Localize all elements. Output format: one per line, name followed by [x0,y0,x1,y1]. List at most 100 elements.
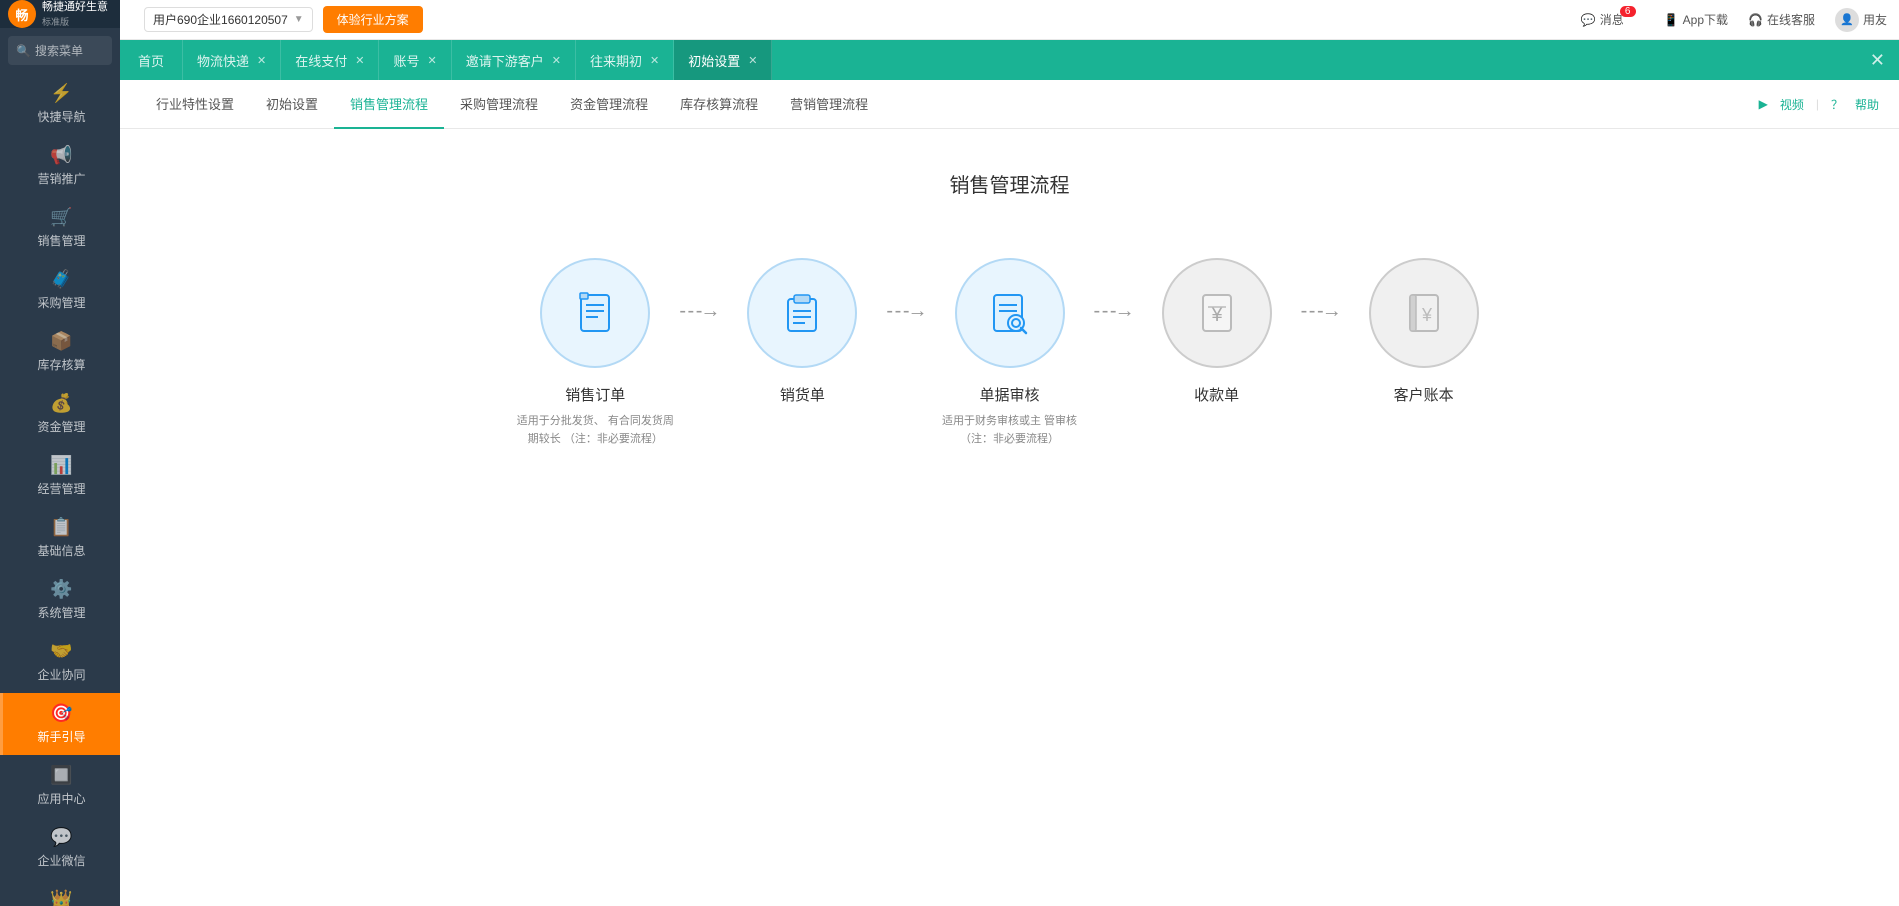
flow-arrow-1: - - -→ [886,258,925,323]
sidebar-item-7[interactable]: 📊 经营管理 [0,445,120,507]
close-all-tabs-button[interactable]: ✕ [1856,40,1899,80]
app-download-label: App下载 [1683,11,1728,28]
flow-arrow-2: - - -→ [1094,258,1133,323]
nav-tab-close-6[interactable]: ✕ [748,54,757,67]
message-item[interactable]: 💬 消息 6 [1581,11,1644,28]
help-icon: ？ [1831,96,1843,113]
sidebar-label-4: 采购管理 [37,294,85,311]
flow-step-3: ¥ 收款单 [1137,258,1297,413]
dropdown-arrow-icon: ▼ [294,14,304,25]
nav-tab-6[interactable]: 初始设置✕ [674,40,772,80]
user-label: 用户690企业1660120507 [153,11,288,28]
nav-tab-close-2[interactable]: ✕ [355,54,364,67]
flow-step-name-2: 单据审核 [979,384,1039,405]
sidebar-icon-11: 🎯 [50,703,72,724]
flow-step-name-0: 销售订单 [565,384,625,405]
flow-step-0: 销售订单适用于分批发货、 有合同发货周期较长 （注：非必要流程） [515,258,675,448]
sidebar-item-2[interactable]: 📢 营销推广 [0,135,120,197]
search-menu-button[interactable]: 🔍 搜索菜单 [8,36,112,65]
try-button[interactable]: 体验行业方案 [323,6,423,33]
sidebar-item-14[interactable]: 👑 畅会员 [0,879,120,906]
flow-diagram: 销售订单适用于分批发货、 有合同发货周期较长 （注：非必要流程）- - -→ 销… [180,258,1839,448]
user-avatar-item[interactable]: 👤 用友 [1835,8,1887,32]
sidebar-icon-8: 📋 [50,517,72,538]
sub-tab-2[interactable]: 销售管理流程 [334,80,444,129]
user-selector[interactable]: 用户690企业1660120507 ▼ [144,7,313,32]
sub-tab-5[interactable]: 库存核算流程 [664,80,774,129]
nav-tab-label-3: 账号 [393,51,419,70]
nav-tab-close-1[interactable]: ✕ [257,54,266,67]
nav-tabs-list: 首页物流快递✕在线支付✕账号✕邀请下游客户✕往来期初✕初始设置✕ [120,40,772,80]
sidebar-icon-7: 📊 [50,455,72,476]
sub-tab-6[interactable]: 营销管理流程 [774,80,884,129]
nav-tab-4[interactable]: 邀请下游客户✕ [452,40,576,80]
headset-icon: 🎧 [1748,13,1763,27]
sidebar-item-3[interactable]: 🛒 销售管理 [0,197,120,259]
sidebar-label-2: 营销推广 [37,170,85,187]
video-label[interactable]: 视频 [1780,96,1804,113]
sidebar-label-6: 资金管理 [37,418,85,435]
flow-circle-3: ¥ [1162,258,1272,368]
flow-step-name-3: 收款单 [1194,384,1239,405]
sidebar-icon-14: 👑 [50,889,72,906]
sidebar-label-13: 企业微信 [37,852,85,869]
sub-tab-1[interactable]: 初始设置 [250,80,334,129]
sidebar-item-4[interactable]: 🧳 采购管理 [0,259,120,321]
sidebar-icon-5: 📦 [50,331,72,352]
app-download-item[interactable]: 📱 App下载 [1664,11,1728,28]
flow-step-name-1: 销货单 [780,384,825,405]
main-content: 行业特性设置 初始设置 销售管理流程 采购管理流程 资金管理流程 库存核算流程 营销管理流程… [120,80,1899,906]
video-icon: ▶ [1759,97,1768,111]
sidebar-search-area: 🔍 搜索菜单 [0,28,120,73]
sidebar-item-5[interactable]: 📦 库存核算 [0,321,120,383]
nav-tab-label-0: 首页 [138,51,164,70]
nav-tab-label-2: 在线支付 [295,51,347,70]
nav-tab-0[interactable]: 首页 [120,40,183,80]
sub-tab-label-0: 行业特性设置 [156,97,234,112]
flow-step-desc-0: 适用于分批发货、 有合同发货周期较长 （注：非必要流程） [515,413,675,448]
sub-tab-4[interactable]: 资金管理流程 [554,80,664,129]
download-icon: 📱 [1664,13,1679,27]
user-name-label: 用友 [1863,11,1887,28]
nav-tab-5[interactable]: 往来期初✕ [576,40,674,80]
sidebar-item-10[interactable]: 🤝 企业协同 [0,631,120,693]
flow-step-name-4: 客户账本 [1394,384,1454,405]
sidebar-icon-6: 💰 [50,393,72,414]
sidebar-app-name: 畅捷通好生意 [42,0,108,14]
nav-tab-close-4[interactable]: ✕ [552,54,561,67]
nav-tab-close-3[interactable]: ✕ [428,54,437,67]
sidebar-label-11: 新手引导 [37,728,85,745]
sub-tab-0[interactable]: 行业特性设置 [140,80,250,129]
sub-tab-3[interactable]: 采购管理流程 [444,80,554,129]
sidebar-label-3: 销售管理 [37,232,85,249]
online-service-label: 在线客服 [1767,11,1815,28]
sidebar-item-1[interactable]: ⚡ 快捷导航 [0,73,120,135]
nav-tab-3[interactable]: 账号 ✕ [379,40,451,80]
sidebar-item-6[interactable]: 💰 资金管理 [0,383,120,445]
message-badge: 6 [1620,6,1636,17]
online-service-item[interactable]: 🎧 在线客服 [1748,11,1815,28]
sub-tab-label-2: 销售管理流程 [350,97,428,112]
sidebar-item-12[interactable]: 🔲 应用中心 [0,755,120,817]
message-icon: 💬 [1581,13,1596,27]
sidebar-label-9: 系统管理 [37,604,85,621]
sidebar-label-12: 应用中心 [37,790,85,807]
flow-arrow-0: - - -→ [679,258,718,323]
sub-tab-label-5: 库存核算流程 [680,97,758,112]
flow-content: 销售管理流程 销售订单适用于分批发货、 有合同发货周期较长 （注：非必要流程）-… [120,129,1899,488]
nav-tab-1[interactable]: 物流快递 ✕ [183,40,281,80]
svg-text:¥: ¥ [1421,305,1433,325]
sidebar-item-13[interactable]: 💬 企业微信 [0,817,120,879]
nav-tab-2[interactable]: 在线支付 ✕ [281,40,379,80]
top-bar-right: 💬 消息 6 📱 App下载 🎧 在线客服 👤 用友 [1581,8,1887,32]
search-menu-label: 搜索菜单 [35,42,83,59]
sub-tab-label-3: 采购管理流程 [460,97,538,112]
sidebar-item-8[interactable]: 📋 基础信息 [0,507,120,569]
nav-tab-close-5[interactable]: ✕ [650,54,659,67]
nav-tab-label-1: 物流快递 [197,51,249,70]
help-label[interactable]: 帮助 [1855,96,1879,113]
sidebar-item-11[interactable]: 🎯 新手引导 [0,693,120,755]
sidebar-item-9[interactable]: ⚙️ 系统管理 [0,569,120,631]
flow-step-1: 销货单 [722,258,882,413]
sidebar-nav: ⚡ 快捷导航📢 营销推广🛒 销售管理🧳 采购管理📦 库存核算💰 资金管理📊 经营… [0,73,120,906]
